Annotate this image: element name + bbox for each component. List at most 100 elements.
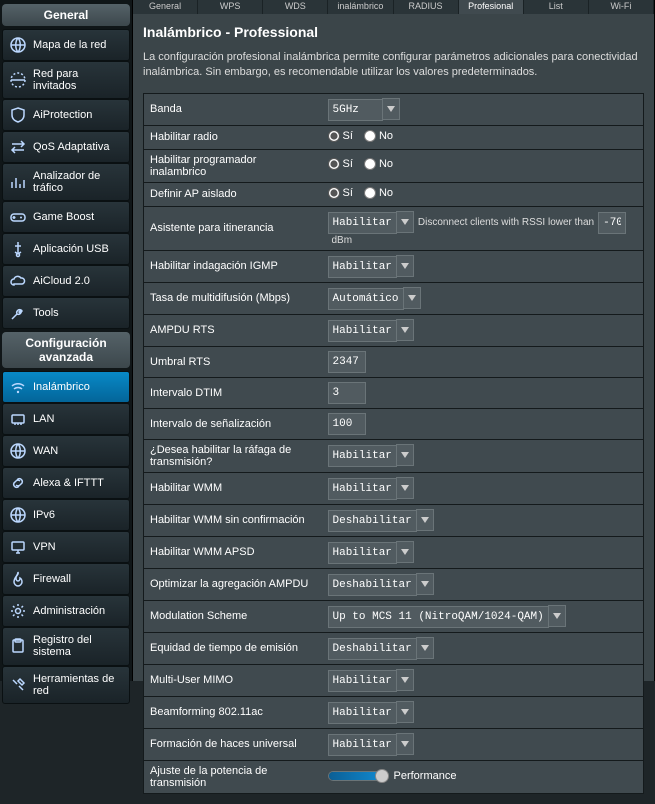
sidebar-item-inal-mbrico[interactable]: Inalámbrico (2, 371, 130, 403)
chevron-down-icon[interactable] (382, 98, 400, 120)
radio-radio-no[interactable]: No (364, 130, 393, 142)
sidebar-item-mapa-de-la-red[interactable]: Mapa de la red (2, 29, 130, 61)
dtim-input[interactable] (328, 382, 366, 404)
sidebar-item-tools[interactable]: Tools (2, 297, 130, 329)
chevron-down-icon[interactable] (396, 255, 414, 277)
chevron-down-icon[interactable] (548, 605, 566, 627)
ampduopt-select[interactable]: Deshabilitar (328, 574, 417, 596)
tools-icon (9, 676, 27, 694)
wmm-value: Habilitar (322, 472, 644, 504)
chevron-down-icon[interactable] (396, 669, 414, 691)
burst-value: Habilitar (322, 439, 644, 472)
sidebar-item-ipv6[interactable]: IPv6 (2, 499, 130, 531)
chevron-down-icon[interactable] (396, 541, 414, 563)
sidebar-item-vpn[interactable]: VPN (2, 531, 130, 563)
chevron-down-icon[interactable] (396, 733, 414, 755)
rts-input[interactable] (328, 351, 366, 373)
sidebar-item-label: AiCloud 2.0 (33, 275, 90, 287)
clipboard-icon (9, 637, 27, 655)
chevron-down-icon[interactable] (416, 637, 434, 659)
tab-profesional[interactable]: Profesional (459, 0, 524, 14)
tab-list[interactable]: List (524, 0, 589, 14)
mcs-select[interactable]: Up to MCS 11 (NitroQAM/1024-QAM) (328, 606, 549, 628)
chevron-down-icon[interactable] (416, 509, 434, 531)
tab-inal-mbrico[interactable]: inalámbrico (328, 0, 393, 14)
sidebar-item-lan[interactable]: LAN (2, 403, 130, 435)
mumimo-label: Multi-User MIMO (144, 664, 322, 696)
sidebar-item-label: Red para invitados (33, 68, 123, 92)
sidebar-item-label: Tools (33, 307, 59, 319)
txpower-slider[interactable] (328, 771, 388, 781)
bf80211ac-select[interactable]: Habilitar (328, 702, 397, 724)
bfuniv-select[interactable]: Habilitar (328, 734, 397, 756)
sidebar-section-advanced: Configuración avanzada (2, 332, 130, 368)
roaming-unit: dBm (332, 235, 353, 246)
ap-radio-no[interactable]: No (364, 187, 393, 199)
globe-icon (9, 506, 27, 524)
igmp-select[interactable]: Habilitar (328, 256, 397, 278)
chevron-down-icon[interactable] (396, 319, 414, 341)
sidebar-item-qos-adaptativa[interactable]: QoS Adaptativa (2, 131, 130, 163)
sidebar-item-administraci-n[interactable]: Administración (2, 595, 130, 627)
chevron-down-icon[interactable] (403, 287, 421, 309)
arrows-icon (9, 138, 27, 156)
tab-wds[interactable]: WDS (263, 0, 328, 14)
chevron-down-icon[interactable] (396, 477, 414, 499)
tab-wi-fi[interactable]: Wi-Fi (589, 0, 654, 14)
tab-wps[interactable]: WPS (198, 0, 263, 14)
sidebar-item-aiprotection[interactable]: AiProtection (2, 99, 130, 131)
ampdu-label: AMPDU RTS (144, 314, 322, 346)
prog-label: Habilitar programador inalambrico (144, 149, 322, 182)
sidebar-item-registro-del-sistema[interactable]: Registro del sistema (2, 627, 130, 665)
multicast-select[interactable]: Automático (328, 288, 404, 310)
sidebar-item-herramientas-de-red[interactable]: Herramientas de red (2, 666, 130, 704)
ampdu-select[interactable]: Habilitar (328, 320, 397, 342)
sidebar-item-aicloud-2-0[interactable]: AiCloud 2.0 (2, 265, 130, 297)
sidebar-item-analizador-de-tr-fico[interactable]: Analizador de tráfico (2, 163, 130, 201)
igmp-label: Habilitar indagación IGMP (144, 250, 322, 282)
row-radio: Habilitar radio Sí No (144, 125, 644, 149)
sidebar-item-alexa-ifttt[interactable]: Alexa & IFTTT (2, 467, 130, 499)
rts-value (322, 346, 644, 377)
chevron-down-icon[interactable] (396, 444, 414, 466)
wmmapsd-select[interactable]: Habilitar (328, 542, 397, 564)
burst-select[interactable]: Habilitar (328, 445, 397, 467)
radio-radio-yes[interactable]: Sí (328, 130, 353, 142)
tab-general[interactable]: General (133, 0, 198, 14)
sidebar-item-label: Inalámbrico (33, 381, 90, 393)
sidebar-item-label: Registro del sistema (33, 634, 123, 658)
beacon-input[interactable] (328, 413, 366, 435)
sidebar-item-aplicaci-n-usb[interactable]: Aplicación USB (2, 233, 130, 265)
wmm-select[interactable]: Habilitar (328, 478, 397, 500)
row-prog: Habilitar programador inalambrico Sí No (144, 149, 644, 182)
bf80211ac-value: Habilitar (322, 696, 644, 728)
globe-icon (9, 442, 27, 460)
ap-label: Definir AP aislado (144, 182, 322, 206)
row-ampdu: AMPDU RTS Habilitar (144, 314, 644, 346)
ap-radio-yes[interactable]: Sí (328, 187, 353, 199)
igmp-value: Habilitar (322, 250, 644, 282)
burst-label: ¿Desea habilitar la ráfaga de transmisió… (144, 439, 322, 472)
prog-radio-yes[interactable]: Sí (328, 158, 353, 170)
chevron-down-icon[interactable] (416, 573, 434, 595)
roaming-rssi-input[interactable] (598, 212, 626, 234)
row-wmmnoack: Habilitar WMM sin confirmación Deshabili… (144, 504, 644, 536)
wmmnoack-select[interactable]: Deshabilitar (328, 510, 417, 532)
globe-icon (9, 36, 27, 54)
banda-select[interactable]: 5GHz (328, 99, 383, 121)
sidebar-item-red-para-invitados[interactable]: Red para invitados (2, 61, 130, 99)
dtim-value (322, 377, 644, 408)
sidebar-item-wan[interactable]: WAN (2, 435, 130, 467)
tab-radius[interactable]: RADIUS (394, 0, 459, 14)
roaming-select[interactable]: Habilitar (328, 212, 397, 234)
airtime-select[interactable]: Deshabilitar (328, 638, 417, 660)
airtime-label: Equidad de tiempo de emisión (144, 632, 322, 664)
prog-radio-no[interactable]: No (364, 158, 393, 170)
radio-value: Sí No (322, 125, 644, 149)
sidebar-item-firewall[interactable]: Firewall (2, 563, 130, 595)
ap-radio-group: Sí No (328, 190, 402, 202)
chevron-down-icon[interactable] (396, 211, 414, 233)
chevron-down-icon[interactable] (396, 701, 414, 723)
sidebar-item-game-boost[interactable]: Game Boost (2, 201, 130, 233)
row-txpower: Ajuste de la potencia de transmisión Per… (144, 760, 644, 793)
